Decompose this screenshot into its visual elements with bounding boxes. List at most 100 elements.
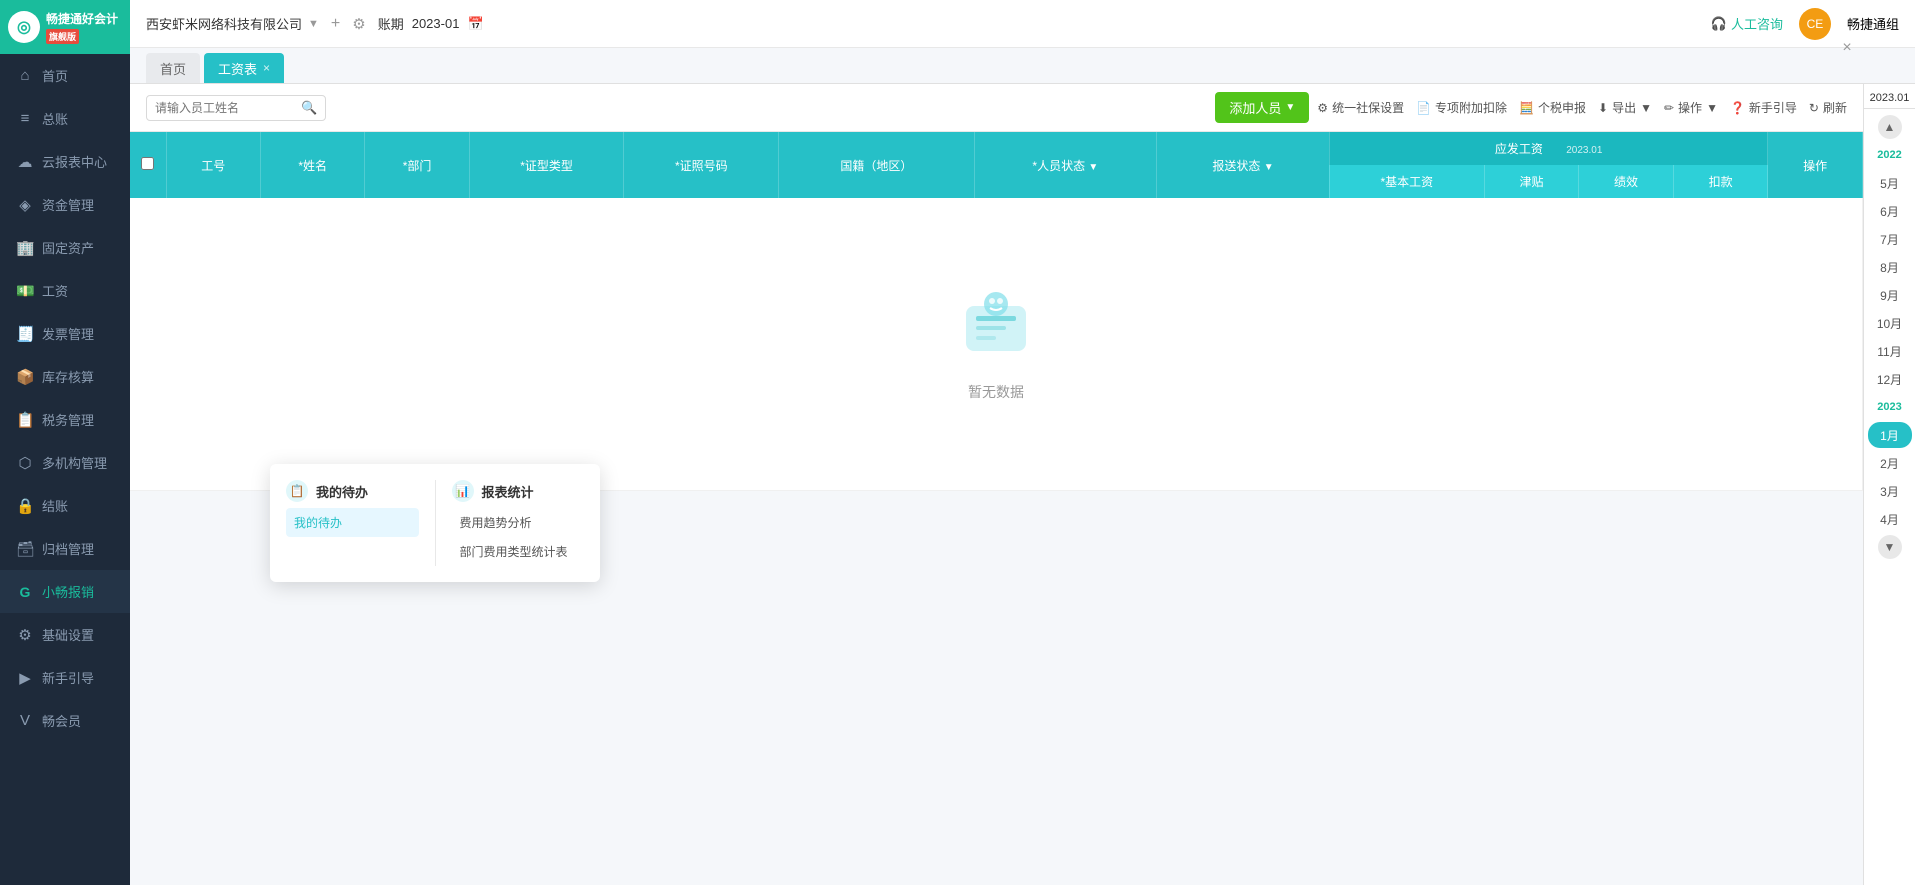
tax-report-btn[interactable]: 🧮 个税申报 bbox=[1519, 99, 1586, 116]
sidebar-item-fund[interactable]: ◈ 资金管理 bbox=[0, 183, 130, 226]
sidebar-item-label: 税务管理 bbox=[42, 410, 94, 429]
month-sep[interactable]: 9月 bbox=[1868, 282, 1912, 308]
sidebar-item-invoice[interactable]: 🧾 发票管理 bbox=[0, 312, 130, 355]
search-input[interactable] bbox=[155, 101, 295, 115]
deduction-icon: 📄 bbox=[1416, 101, 1431, 115]
month-aug[interactable]: 8月 bbox=[1868, 254, 1912, 280]
social-security-btn[interactable]: ⚙ 统一社保设置 bbox=[1317, 99, 1404, 116]
select-all-checkbox[interactable] bbox=[130, 132, 166, 198]
popup-columns: 📋 我的待办 我的待办 📊 报表统计 费用趋势分析 部门费用类型统计表 bbox=[286, 480, 584, 566]
sidebar-item-label: 固定资产 bbox=[42, 238, 94, 257]
sidebar-item-label: 总账 bbox=[42, 109, 68, 128]
export-btn[interactable]: ⬇ 导出 ▼ bbox=[1598, 99, 1652, 116]
sidebar-item-home[interactable]: ⌂ 首页 bbox=[0, 54, 130, 97]
sidebar-item-assets[interactable]: 🏢 固定资产 bbox=[0, 226, 130, 269]
add-employee-label: 添加人员 bbox=[1229, 98, 1281, 117]
sidebar-item-inventory[interactable]: 📦 库存核算 bbox=[0, 355, 130, 398]
sidebar-item-label: 归档管理 bbox=[42, 539, 94, 558]
add-company-icon[interactable]: + bbox=[331, 15, 340, 33]
year-2022-label: 2022 bbox=[1868, 142, 1912, 168]
sidebar-item-expense[interactable]: G 小畅报销 bbox=[0, 570, 130, 613]
deduction-label: 专项附加扣除 bbox=[1435, 99, 1507, 116]
sidebar-item-member[interactable]: V 畅会员 bbox=[0, 699, 130, 742]
operation-btn[interactable]: ✏ 操作 ▼ bbox=[1664, 99, 1718, 116]
checkbox-all[interactable] bbox=[141, 157, 154, 170]
th-id-type: *证型类型 bbox=[469, 132, 624, 198]
cloud-icon: ☁ bbox=[16, 153, 34, 171]
empty-illustration bbox=[956, 286, 1036, 366]
panel-close-button[interactable]: × bbox=[1835, 36, 1859, 60]
popup-item-expense-trend[interactable]: 费用趋势分析 bbox=[452, 508, 585, 537]
month-mar-2023[interactable]: 3月 bbox=[1868, 478, 1912, 504]
refresh-btn[interactable]: ↻ 刷新 bbox=[1809, 99, 1847, 116]
month-dec[interactable]: 12月 bbox=[1868, 366, 1912, 392]
username: 畅捷通组 bbox=[1847, 14, 1899, 33]
settings-gear-icon[interactable]: ⚙ bbox=[352, 15, 365, 33]
tax-icon: 🧮 bbox=[1519, 101, 1534, 115]
month-jul[interactable]: 7月 bbox=[1868, 226, 1912, 252]
month-jun[interactable]: 6月 bbox=[1868, 198, 1912, 224]
sidebar-item-multiorg[interactable]: ⬡ 多机构管理 bbox=[0, 441, 130, 484]
sidebar-item-payroll[interactable]: 💵 工资 bbox=[0, 269, 130, 312]
sidebar-item-close-account[interactable]: 🔒 结账 bbox=[0, 484, 130, 527]
sidebar-item-label: 首页 bbox=[42, 66, 68, 85]
popup-item-dept-expense[interactable]: 部门费用类型统计表 bbox=[452, 537, 585, 566]
tax-label: 个税申报 bbox=[1538, 99, 1586, 116]
dropdown-popup: 📋 我的待办 我的待办 📊 报表统计 费用趋势分析 部门费用类型统计表 bbox=[270, 464, 600, 582]
headset-icon: 🎧 bbox=[1711, 16, 1727, 32]
sidebar-item-tax[interactable]: 📋 税务管理 bbox=[0, 398, 130, 441]
export-icon: ⬇ bbox=[1598, 101, 1608, 115]
operation-chevron-icon: ▼ bbox=[1706, 101, 1718, 115]
export-label: 导出 bbox=[1612, 99, 1636, 116]
time-nav-up[interactable]: ▲ bbox=[1878, 115, 1902, 139]
tab-close-icon[interactable]: × bbox=[263, 61, 270, 75]
company-selector[interactable]: 西安虾米网络科技有限公司 ▼ bbox=[146, 14, 319, 33]
period-selector[interactable]: 账期 2023-01 📅 bbox=[378, 14, 484, 33]
sidebar-item-ledger[interactable]: ≡ 总账 bbox=[0, 97, 130, 140]
customer-service[interactable]: 🎧 人工咨询 bbox=[1711, 14, 1783, 33]
guide-label: 新手引导 bbox=[1749, 99, 1797, 116]
tab-payroll[interactable]: 工资表 × bbox=[204, 53, 284, 83]
period-in-header: 2023.01 bbox=[1566, 145, 1602, 156]
sidebar-item-label: 资金管理 bbox=[42, 195, 94, 214]
inventory-icon: 📦 bbox=[16, 368, 34, 386]
sidebar-item-label: 工资 bbox=[42, 281, 68, 300]
add-employee-button[interactable]: 添加人员 ▼ bbox=[1215, 92, 1309, 123]
sidebar: ◎ 畅捷通好会计 旗舰版 ⌂ 首页 ≡ 总账 ☁ 云报表中心 ◈ 资金管理 🏢 … bbox=[0, 0, 130, 885]
sidebar-item-cloud-report[interactable]: ☁ 云报表中心 bbox=[0, 140, 130, 183]
month-oct[interactable]: 10月 bbox=[1868, 310, 1912, 336]
month-apr-2023[interactable]: 4月 bbox=[1868, 506, 1912, 532]
time-nav-down[interactable]: ▼ bbox=[1878, 535, 1902, 559]
month-nov[interactable]: 11月 bbox=[1868, 338, 1912, 364]
filter-send-icon[interactable]: ▼ bbox=[1264, 162, 1274, 173]
special-deduction-btn[interactable]: 📄 专项附加扣除 bbox=[1416, 99, 1507, 116]
month-may[interactable]: 5月 bbox=[1868, 170, 1912, 196]
sidebar-item-label: 小畅报销 bbox=[42, 582, 94, 601]
th-performance: 绩效 bbox=[1579, 165, 1674, 198]
logo-sub: 旗舰版 bbox=[46, 29, 79, 44]
guide-btn[interactable]: ❓ 新手引导 bbox=[1730, 99, 1797, 116]
sidebar-item-label: 基础设置 bbox=[42, 625, 94, 644]
calendar-icon: 📅 bbox=[467, 16, 483, 32]
filter-icon[interactable]: ▼ bbox=[1088, 162, 1098, 173]
sidebar-item-settings[interactable]: ⚙ 基础设置 bbox=[0, 613, 130, 656]
refresh-label: 刷新 bbox=[1823, 99, 1847, 116]
sidebar-item-archive[interactable]: 🗃 归档管理 bbox=[0, 527, 130, 570]
tab-home[interactable]: 首页 bbox=[146, 53, 200, 83]
guide-icon: ❓ bbox=[1730, 101, 1745, 115]
th-operation: 操作 bbox=[1768, 132, 1863, 198]
avatar-initials: CE bbox=[1807, 17, 1824, 31]
sidebar-item-guide[interactable]: ▶ 新手引导 bbox=[0, 656, 130, 699]
report-icon: 📊 bbox=[452, 480, 474, 502]
content-area: 🔍 添加人员 ▼ ⚙ 统一社保设置 📄 专项附加扣除 bbox=[130, 84, 1915, 885]
main-area: 西安虾米网络科技有限公司 ▼ + ⚙ 账期 2023-01 📅 🎧 人工咨询 C… bbox=[130, 0, 1915, 885]
user-avatar[interactable]: CE bbox=[1799, 8, 1831, 40]
popup-item-todo[interactable]: 我的待办 bbox=[286, 508, 419, 537]
month-feb-2023[interactable]: 2月 bbox=[1868, 450, 1912, 476]
search-box[interactable]: 🔍 bbox=[146, 95, 326, 121]
th-id-number: *证照号码 bbox=[624, 132, 779, 198]
member-icon: V bbox=[16, 712, 34, 729]
month-jan-2023[interactable]: 1月 bbox=[1868, 422, 1912, 448]
payroll-toolbar: 🔍 添加人员 ▼ ⚙ 统一社保设置 📄 专项附加扣除 bbox=[130, 84, 1863, 132]
period-value: 2023-01 bbox=[412, 16, 460, 31]
